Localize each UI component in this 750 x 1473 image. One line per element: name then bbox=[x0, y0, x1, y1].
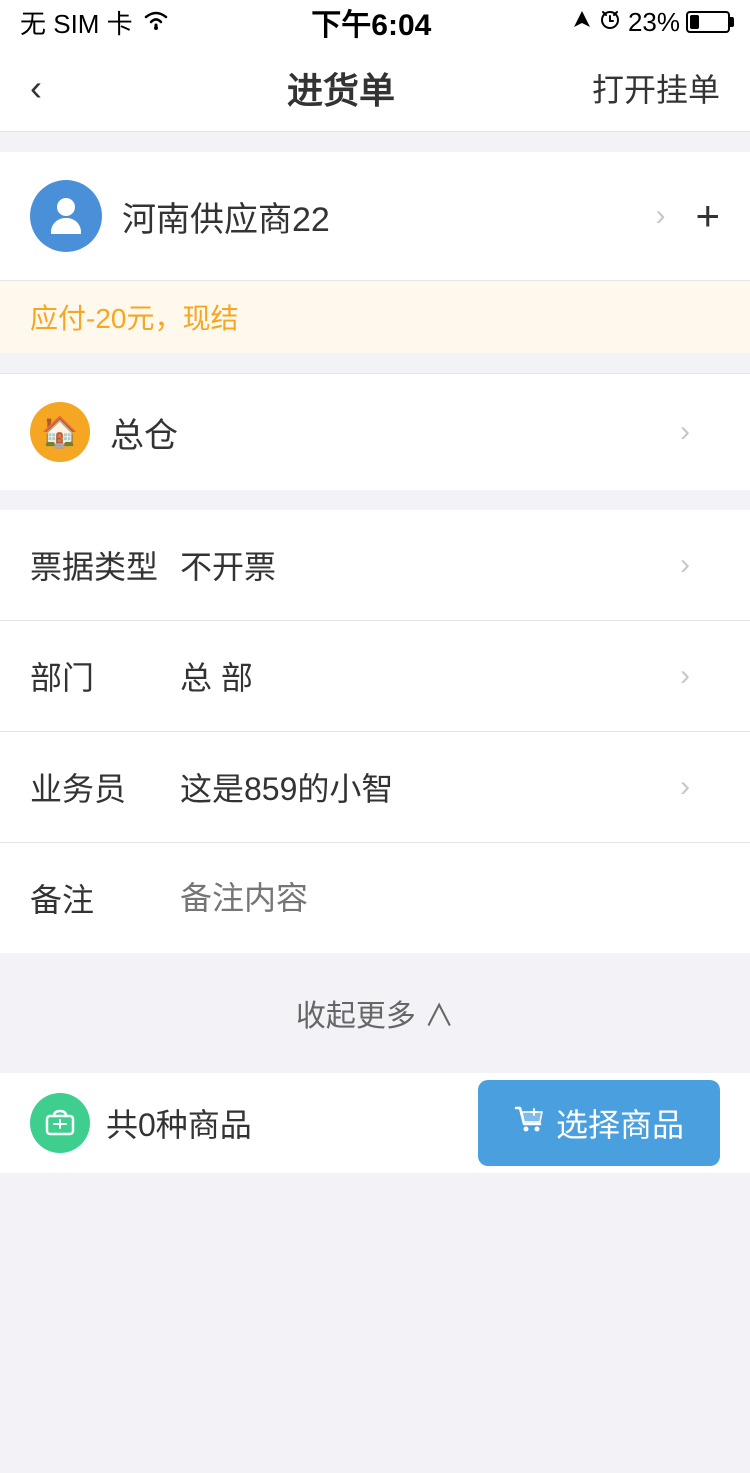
dept-value: 总 部 bbox=[170, 653, 680, 699]
dept-row[interactable]: 部门 总 部 › bbox=[0, 621, 750, 732]
invoice-label: 票据类型 bbox=[30, 542, 170, 588]
status-bar-time: 下午6:04 bbox=[311, 0, 431, 44]
remark-input[interactable] bbox=[170, 880, 720, 917]
invoice-value: 不开票 bbox=[170, 542, 680, 588]
dept-chevron-icon: › bbox=[680, 659, 690, 693]
notice-text: 应付-20元，现结 bbox=[30, 303, 238, 334]
form-section: 票据类型 不开票 › 部门 总 部 › 业务员 这是859的小智 › 备注 bbox=[0, 510, 750, 953]
status-bar-left: 无 SIM 卡 bbox=[20, 4, 171, 41]
notice-bar: 应付-20元，现结 bbox=[0, 281, 750, 353]
add-button[interactable]: + bbox=[695, 192, 720, 240]
supplier-card: 河南供应商22 › + 应付-20元，现结 bbox=[0, 152, 750, 353]
wifi-icon bbox=[141, 7, 171, 38]
product-icon bbox=[30, 1093, 90, 1153]
invoice-chevron-icon: › bbox=[680, 548, 690, 582]
remark-row[interactable]: 备注 bbox=[0, 843, 750, 953]
sales-label: 业务员 bbox=[30, 764, 170, 810]
status-bar: 无 SIM 卡 下午6:04 23% bbox=[0, 0, 750, 44]
alarm-icon bbox=[598, 7, 622, 38]
person-icon bbox=[46, 196, 86, 236]
cart-icon bbox=[514, 1106, 546, 1141]
page-title: 进货单 bbox=[90, 62, 592, 114]
battery-percent: 23% bbox=[628, 7, 680, 38]
warehouse-icon: 🏠 bbox=[30, 402, 90, 462]
battery-icon bbox=[686, 11, 730, 33]
select-products-button[interactable]: 选择商品 bbox=[478, 1080, 720, 1166]
supplier-avatar bbox=[30, 180, 102, 252]
dept-label: 部门 bbox=[30, 653, 170, 699]
product-count: 共0种商品 bbox=[106, 1100, 478, 1146]
supplier-name: 河南供应商22 bbox=[122, 192, 655, 241]
back-button[interactable]: ‹ bbox=[30, 67, 90, 109]
nav-bar: ‹ 进货单 打开挂单 bbox=[0, 44, 750, 132]
remark-label: 备注 bbox=[30, 875, 170, 921]
sales-chevron-icon: › bbox=[680, 770, 690, 804]
sales-value: 这是859的小智 bbox=[170, 764, 680, 810]
warehouse-name: 总仓 bbox=[110, 408, 680, 457]
warehouse-chevron-icon: › bbox=[680, 415, 690, 449]
warehouse-row[interactable]: 🏠 总仓 › bbox=[0, 373, 750, 490]
mid-divider1 bbox=[0, 353, 750, 373]
page-background bbox=[0, 1173, 750, 1473]
collapse-bar[interactable]: 收起更多 ∧ bbox=[0, 973, 750, 1053]
status-bar-right: 23% bbox=[572, 7, 730, 38]
chevron-right-icon: › bbox=[655, 199, 665, 233]
open-pending-button[interactable]: 打开挂单 bbox=[592, 65, 720, 111]
bottom-bar: 共0种商品 选择商品 bbox=[0, 1073, 750, 1173]
collapse-label: 收起更多 ∧ bbox=[296, 991, 454, 1035]
location-icon bbox=[572, 7, 592, 38]
supplier-row[interactable]: 河南供应商22 › + bbox=[0, 152, 750, 281]
carrier-text: 无 SIM 卡 bbox=[20, 4, 133, 41]
warehouse-card: 🏠 总仓 › bbox=[0, 373, 750, 490]
top-divider bbox=[0, 132, 750, 152]
sales-row[interactable]: 业务员 这是859的小智 › bbox=[0, 732, 750, 843]
invoice-row[interactable]: 票据类型 不开票 › bbox=[0, 510, 750, 621]
house-icon: 🏠 bbox=[41, 415, 78, 450]
select-btn-label: 选择商品 bbox=[556, 1100, 684, 1146]
